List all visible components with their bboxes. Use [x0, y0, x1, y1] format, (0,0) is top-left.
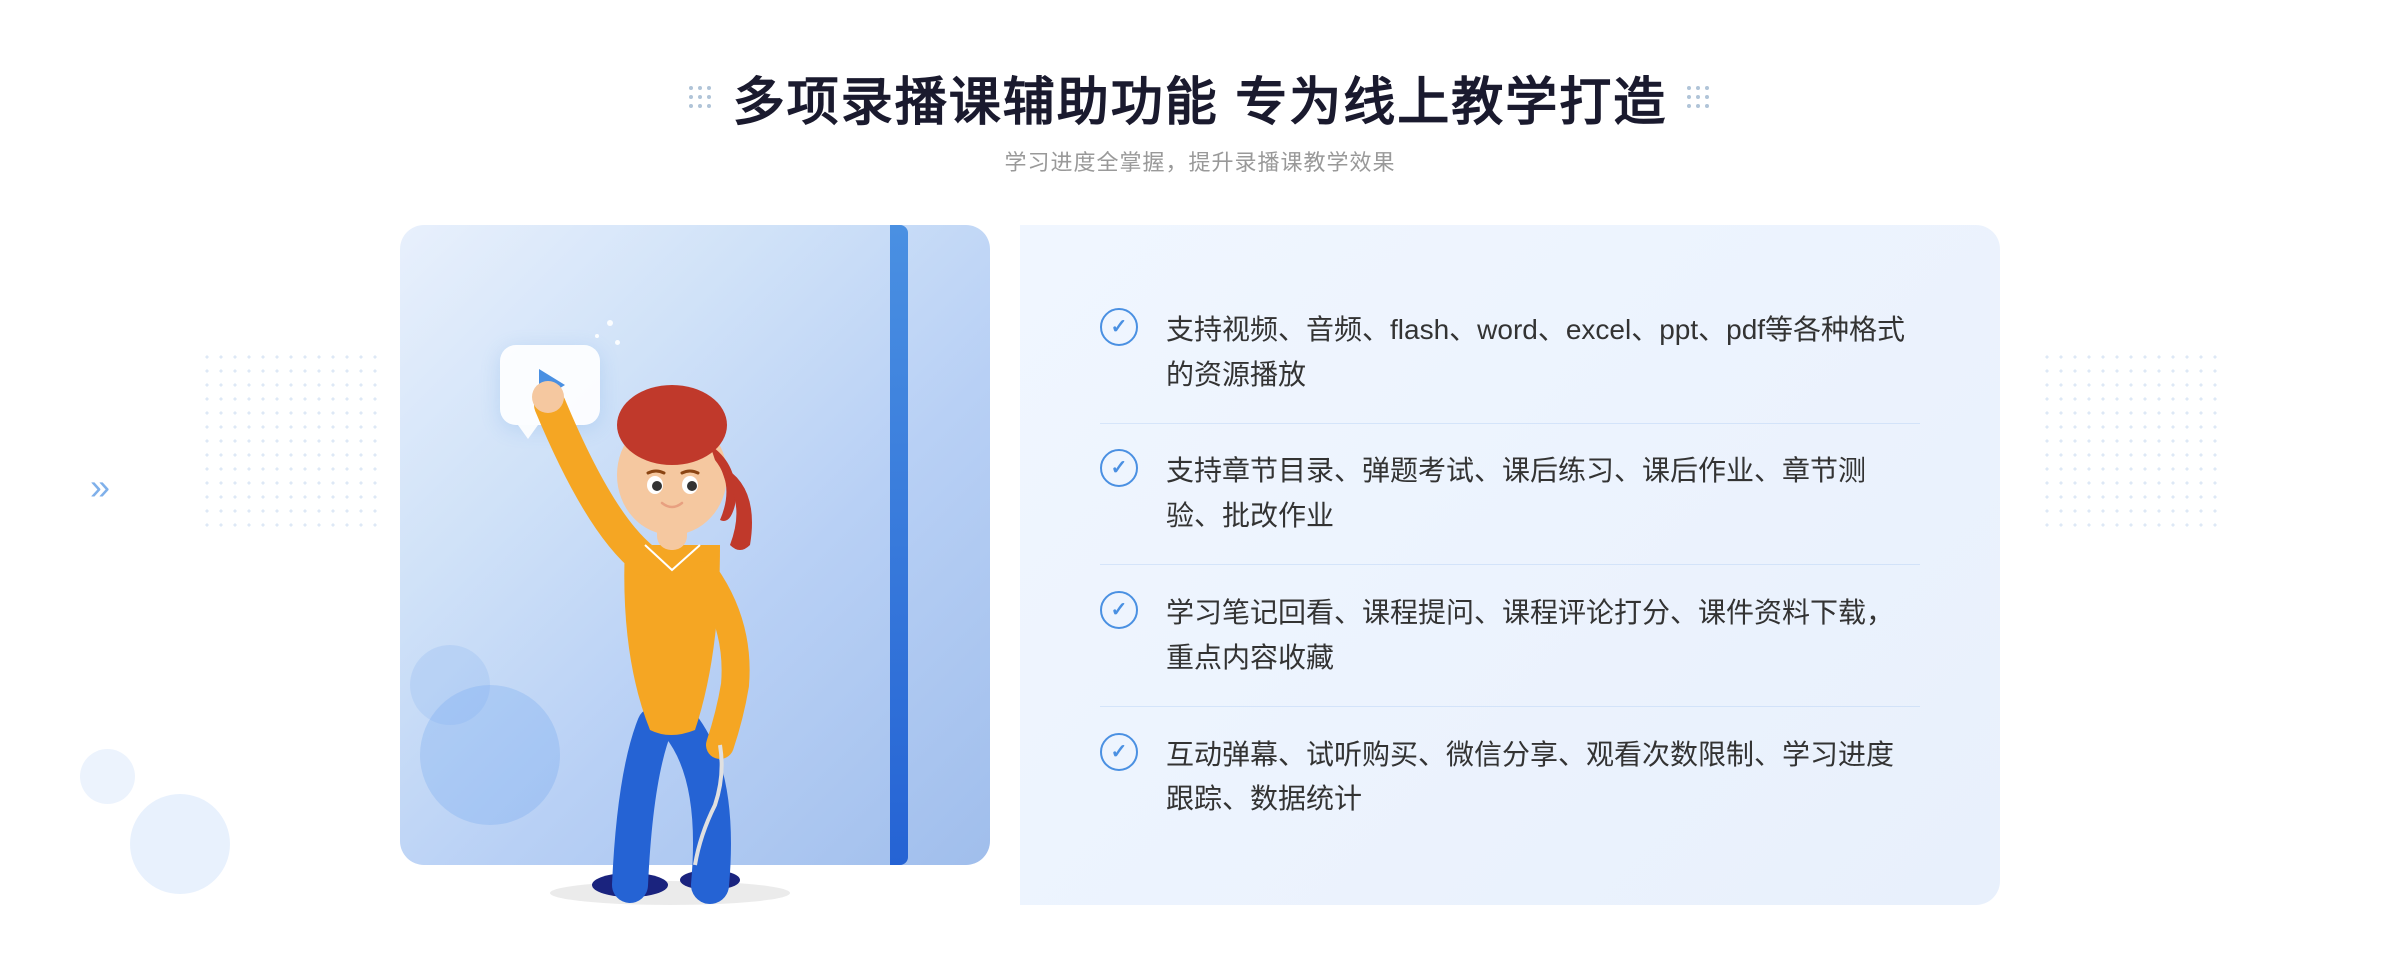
check-icon-3: ✓ [1100, 591, 1138, 629]
dot [689, 95, 693, 99]
feature-text-3: 学习笔记回看、课程提问、课程评论打分、课件资料下载，重点内容收藏 [1166, 591, 1920, 681]
feature-text-4: 互动弹幕、试听购买、微信分享、观看次数限制、学习进度跟踪、数据统计 [1166, 733, 1920, 823]
check-mark-1: ✓ [1111, 317, 1128, 337]
page-container: » 多项录播课辅助功能 专为线上教学打造 [0, 0, 2400, 974]
feature-item-3: ✓ 学习笔记回看、课程提问、课程评论打分、课件资料下载，重点内容收藏 [1100, 571, 1920, 701]
character-illustration [480, 345, 860, 905]
divider-1 [1100, 423, 1920, 424]
title-row: 多项录播课辅助功能 专为线上教学打造 [689, 60, 1711, 135]
dot [1696, 104, 1700, 108]
chevron-left-icon: » [90, 466, 110, 508]
feature-text-1: 支持视频、音频、flash、word、excel、ppt、pdf等各种格式的资源… [1166, 308, 1920, 398]
divider-2 [1100, 564, 1920, 565]
dot [698, 104, 702, 108]
check-mark-3: ✓ [1111, 600, 1128, 620]
page-deco-circle-large [130, 794, 230, 894]
dot [1705, 104, 1709, 108]
check-mark-4: ✓ [1111, 742, 1128, 762]
dot [1705, 86, 1709, 90]
illustration-wrapper [400, 225, 1020, 905]
sparkle-dot-1 [607, 320, 613, 326]
check-icon-1: ✓ [1100, 308, 1138, 346]
dot [1687, 95, 1691, 99]
dot [1696, 86, 1700, 90]
dot [1696, 95, 1700, 99]
subtitle: 学习进度全掌握，提升录播课教学效果 [1004, 145, 1395, 177]
check-icon-2: ✓ [1100, 449, 1138, 487]
dots-right [2040, 350, 2220, 530]
feature-text-2: 支持章节目录、弹题考试、课后练习、课后作业、章节测验、批改作业 [1166, 449, 1920, 539]
feature-item-4: ✓ 互动弹幕、试听购买、微信分享、观看次数限制、学习进度跟踪、数据统计 [1100, 713, 1920, 843]
main-title: 多项录播课辅助功能 专为线上教学打造 [733, 60, 1667, 135]
dot [698, 95, 702, 99]
dot [707, 95, 711, 99]
feature-item-2: ✓ 支持章节目录、弹题考试、课后练习、课后作业、章节测验、批改作业 [1100, 429, 1920, 559]
divider-3 [1100, 706, 1920, 707]
dot [707, 86, 711, 90]
title-dots-right [1687, 86, 1711, 110]
page-deco-circle-small [80, 749, 135, 804]
sparkle-dot-2 [595, 334, 599, 338]
dot [707, 104, 711, 108]
title-dots-left [689, 86, 713, 110]
feature-item-1: ✓ 支持视频、音频、flash、word、excel、ppt、pdf等各种格式的… [1100, 288, 1920, 418]
check-icon-4: ✓ [1100, 733, 1138, 771]
content-panel: ✓ 支持视频、音频、flash、word、excel、ppt、pdf等各种格式的… [1020, 225, 2000, 905]
dots-left [200, 350, 380, 530]
dot [1705, 95, 1709, 99]
dot [689, 104, 693, 108]
accent-bar [890, 225, 908, 865]
left-arrows-decoration: » [90, 466, 110, 508]
content-area: ✓ 支持视频、音频、flash、word、excel、ppt、pdf等各种格式的… [400, 225, 2000, 905]
dot [698, 86, 702, 90]
dot [1687, 104, 1691, 108]
title-section: 多项录播课辅助功能 专为线上教学打造 学习进度全掌握，提升录播课教学效果 [689, 60, 1711, 177]
deco-circle-small [410, 645, 490, 725]
dot [1687, 86, 1691, 90]
dot [689, 86, 693, 90]
check-mark-2: ✓ [1111, 458, 1128, 478]
